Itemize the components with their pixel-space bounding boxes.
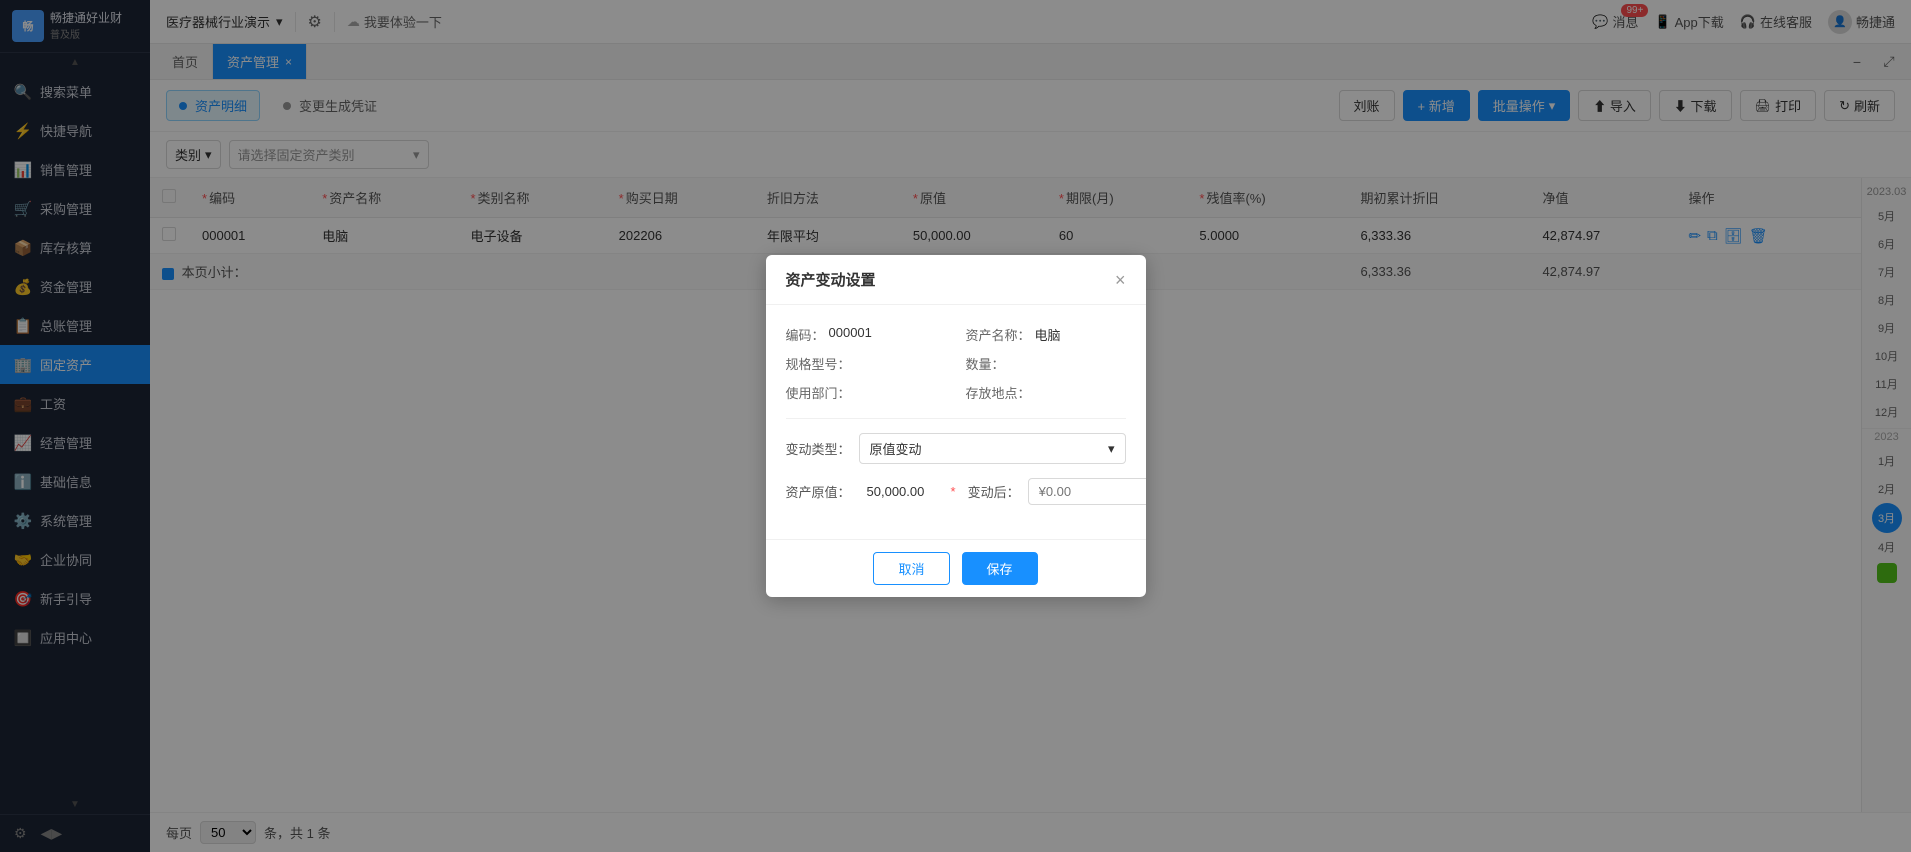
- change-type-label: 变动类型：: [786, 439, 851, 458]
- department-label: 使用部门：: [786, 383, 851, 402]
- asset-value-row: 资产原值： 50,000.00 * 变动后：: [786, 478, 1126, 505]
- asset-value: 50,000.00: [859, 479, 939, 504]
- modal-body: 编码： 000001 资产名称： 电脑 规格型号： 数量： 使用部门：: [766, 305, 1146, 539]
- modal-info-storage: 存放地点：: [966, 383, 1126, 402]
- cancel-button[interactable]: 取消: [873, 552, 949, 585]
- name-label: 资产名称：: [966, 325, 1031, 344]
- modal-info-code: 编码： 000001: [786, 325, 946, 344]
- asset-change-modal: 资产变动设置 × 编码： 000001 资产名称： 电脑 规格型号： 数: [766, 255, 1146, 597]
- change-type-select[interactable]: 原值变动 ▾: [859, 433, 1126, 464]
- save-button[interactable]: 保存: [962, 552, 1038, 585]
- required-mark: *: [951, 484, 956, 499]
- change-type-value: 原值变动: [870, 439, 922, 458]
- modal-close-icon[interactable]: ×: [1115, 271, 1126, 289]
- name-value: 电脑: [1035, 325, 1061, 344]
- modal-overlay: 资产变动设置 × 编码： 000001 资产名称： 电脑 规格型号： 数: [0, 0, 1911, 852]
- modal-info-grid: 编码： 000001 资产名称： 电脑 规格型号： 数量： 使用部门：: [786, 325, 1126, 402]
- spec-label: 规格型号：: [786, 354, 851, 373]
- code-value: 000001: [829, 325, 872, 344]
- change-type-dropdown-icon: ▾: [1108, 441, 1115, 457]
- modal-info-department: 使用部门：: [786, 383, 946, 402]
- storage-label: 存放地点：: [966, 383, 1031, 402]
- modal-divider: [786, 418, 1126, 419]
- modal-info-name: 资产名称： 电脑: [966, 325, 1126, 344]
- modal-title: 资产变动设置: [786, 269, 876, 290]
- change-type-row: 变动类型： 原值变动 ▾: [786, 433, 1126, 464]
- code-label: 编码：: [786, 325, 825, 344]
- after-change-input[interactable]: [1028, 478, 1146, 505]
- modal-info-quantity: 数量：: [966, 354, 1126, 373]
- asset-value-label: 资产原值：: [786, 482, 851, 501]
- modal-footer: 取消 保存: [766, 539, 1146, 597]
- after-change-label: 变动后：: [968, 482, 1020, 501]
- modal-header: 资产变动设置 ×: [766, 255, 1146, 305]
- quantity-label: 数量：: [966, 354, 1005, 373]
- modal-info-spec: 规格型号：: [786, 354, 946, 373]
